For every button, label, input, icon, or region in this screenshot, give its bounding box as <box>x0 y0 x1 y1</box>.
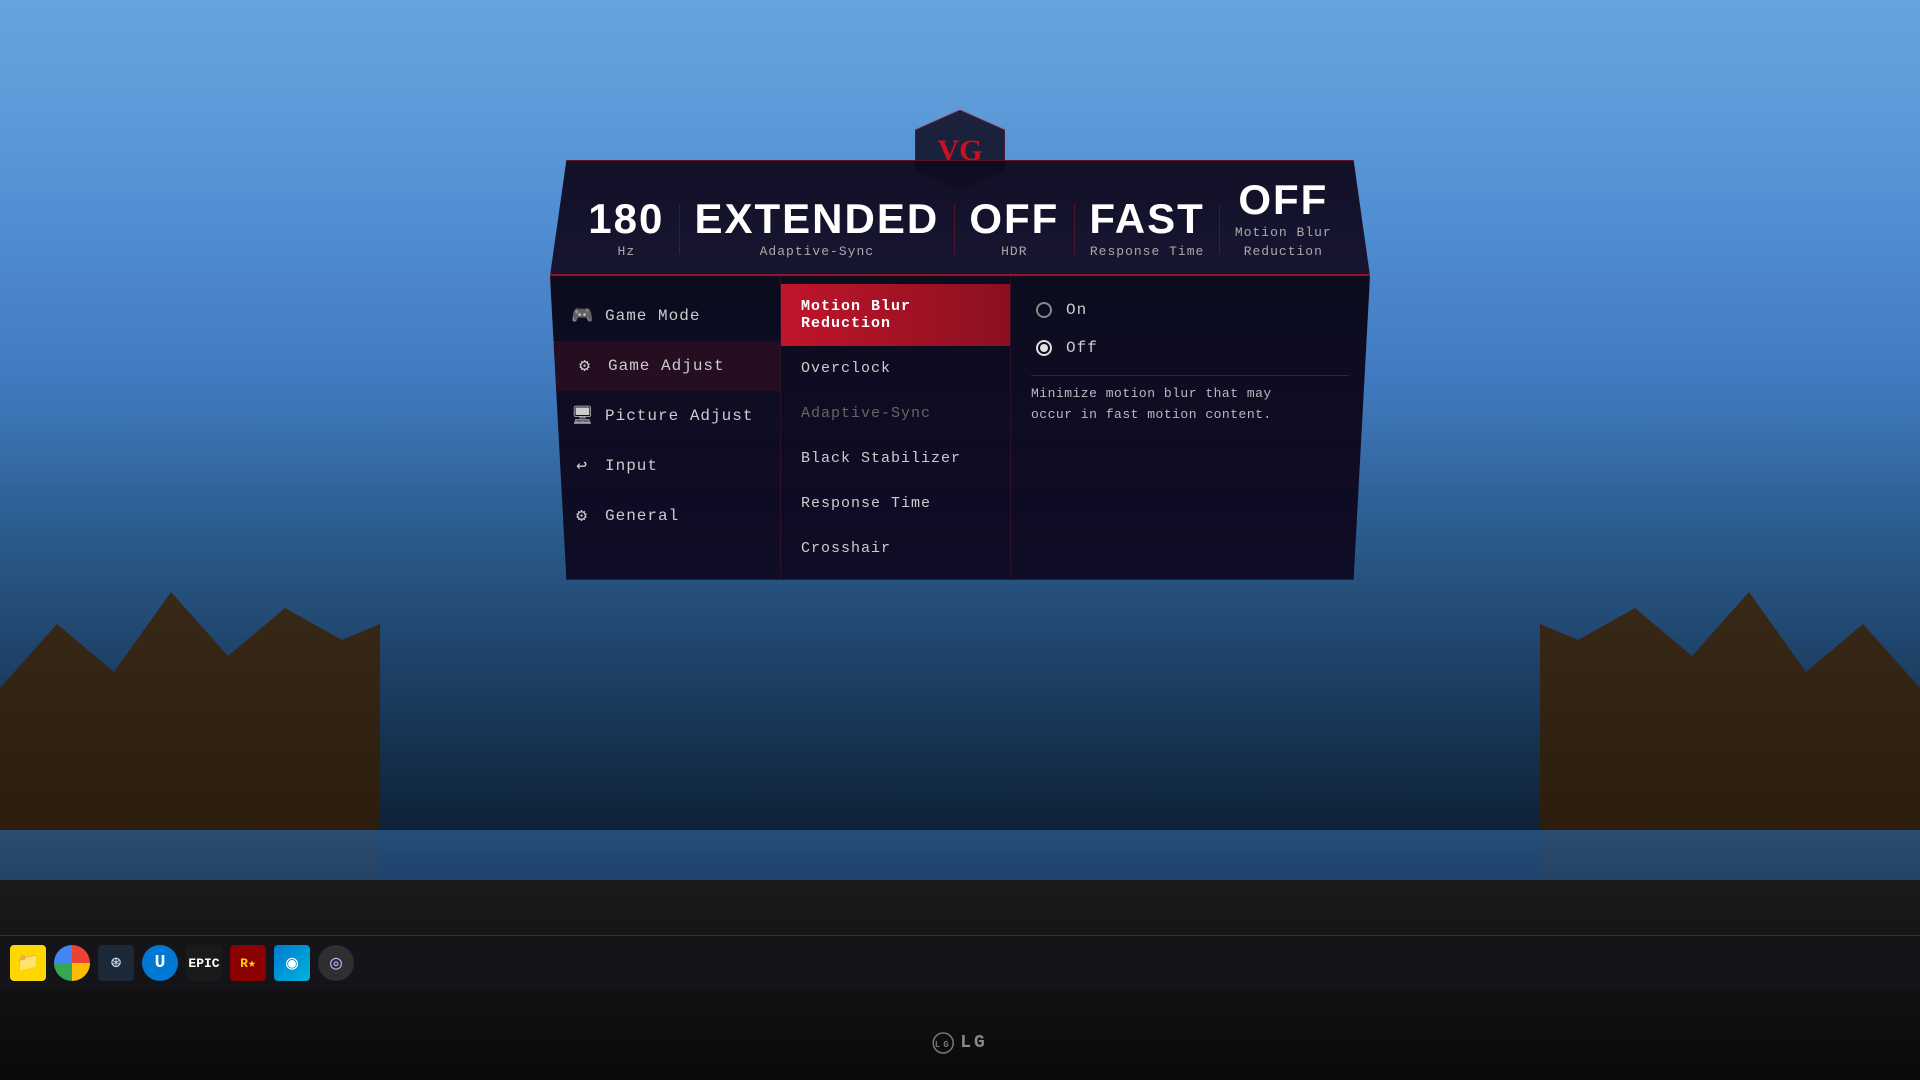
submenu-panel: Motion Blur Reduction Overclock Adaptive… <box>781 276 1011 579</box>
hdr-label: HDR <box>969 244 1059 259</box>
adaptive-sync-value: EXTENDED <box>694 198 939 240</box>
svg-text:LG: LG <box>935 1040 952 1050</box>
menu-area: 🎮 Game Mode ⚙ Game Adjust 🖥 Picture Adju… <box>550 276 1370 580</box>
taskbar-epic[interactable]: EPIC <box>186 945 222 981</box>
hdr-value: OFF <box>969 198 1059 240</box>
divider-2 <box>954 204 955 254</box>
nav-label-general: General <box>605 507 679 525</box>
nav-item-general[interactable]: ⚙ General <box>551 491 780 541</box>
status-bar: 180 Hz EXTENDED Adaptive-Sync OFF HDR FA… <box>550 160 1370 276</box>
nav-label-game-adjust: Game Adjust <box>608 357 725 375</box>
game-mode-icon: 🎮 <box>571 305 593 327</box>
divider-4 <box>1219 204 1220 254</box>
monitor-bezel: 📁 ⊛ U EPIC R★ ◉ ◎ LG LG <box>0 880 1920 1080</box>
mbr-value: OFF <box>1235 179 1332 221</box>
divider-3 <box>1074 204 1075 254</box>
mbr-label2: Reduction <box>1235 244 1332 259</box>
submenu-label-motion-blur: Motion Blur Reduction <box>801 298 911 332</box>
lg-text: LG <box>960 1033 988 1053</box>
submenu-label-crosshair: Crosshair <box>801 540 891 557</box>
response-time-status: FAST Response Time <box>1089 198 1204 259</box>
response-time-value: FAST <box>1089 198 1204 240</box>
radio-on[interactable] <box>1036 302 1052 318</box>
option-on-row[interactable]: On <box>1031 291 1349 329</box>
submenu-label-response-time: Response Time <box>801 495 931 512</box>
taskbar-uplay[interactable]: U <box>142 945 178 981</box>
taskbar: 📁 ⊛ U EPIC R★ ◉ ◎ <box>0 935 1920 990</box>
submenu-adaptive-sync: Adaptive-Sync <box>781 391 1010 436</box>
submenu-black-stabilizer[interactable]: Black Stabilizer <box>781 436 1010 481</box>
taskbar-chrome[interactable] <box>54 945 90 981</box>
osd-menu: VG 180 Hz EXTENDED Adaptive-Sync OFF HDR… <box>550 160 1370 580</box>
submenu-overclock[interactable]: Overclock <box>781 346 1010 391</box>
input-icon: ↩ <box>571 455 593 477</box>
option-off-row[interactable]: Off <box>1031 329 1349 367</box>
hdr-status: OFF HDR <box>969 198 1059 259</box>
submenu-label-black-stabilizer: Black Stabilizer <box>801 450 961 467</box>
nav-panel: 🎮 Game Mode ⚙ Game Adjust 🖥 Picture Adju… <box>551 276 781 579</box>
submenu-crosshair[interactable]: Crosshair <box>781 526 1010 571</box>
adaptive-sync-label: Adaptive-Sync <box>694 244 939 259</box>
taskbar-files[interactable]: 📁 <box>10 945 46 981</box>
divider-1 <box>679 204 680 254</box>
submenu-label-adaptive-sync: Adaptive-Sync <box>801 405 931 422</box>
submenu-response-time[interactable]: Response Time <box>781 481 1010 526</box>
hz-value: 180 <box>588 198 664 240</box>
nav-item-input[interactable]: ↩ Input <box>551 441 780 491</box>
nav-item-game-mode[interactable]: 🎮 Game Mode <box>551 291 780 341</box>
mbr-status: OFF Motion Blur Reduction <box>1235 179 1332 259</box>
general-icon: ⚙ <box>571 505 593 527</box>
nav-item-picture-adjust[interactable]: 🖥 Picture Adjust <box>551 391 780 441</box>
game-adjust-icon: ⚙ <box>574 355 596 377</box>
hz-label: Hz <box>588 244 664 259</box>
lg-circle-icon: LG <box>932 1032 954 1054</box>
taskbar-obs[interactable]: ◎ <box>318 945 354 981</box>
nav-item-game-adjust[interactable]: ⚙ Game Adjust <box>551 341 780 391</box>
submenu-label-overclock: Overclock <box>801 360 891 377</box>
option-divider <box>1031 375 1349 376</box>
mbr-label: Motion Blur <box>1235 225 1332 240</box>
picture-adjust-icon: 🖥 <box>571 405 593 427</box>
response-time-label: Response Time <box>1089 244 1204 259</box>
taskbar-rdr2[interactable]: R★ <box>230 945 266 981</box>
lg-logo: LG LG <box>932 1032 988 1054</box>
taskbar-edge[interactable]: ◉ <box>274 945 310 981</box>
adaptive-sync-status: EXTENDED Adaptive-Sync <box>694 198 939 259</box>
option-description: Minimize motion blur that mayoccur in fa… <box>1031 384 1349 426</box>
option-off-label: Off <box>1066 339 1098 357</box>
submenu-motion-blur[interactable]: Motion Blur Reduction <box>781 284 1010 346</box>
option-on-label: On <box>1066 301 1087 319</box>
taskbar-steam[interactable]: ⊛ <box>98 945 134 981</box>
radio-off[interactable] <box>1036 340 1052 356</box>
nav-label-picture-adjust: Picture Adjust <box>605 407 753 425</box>
hz-status: 180 Hz <box>588 198 664 259</box>
options-panel: On Off Minimize motion blur that mayoccu… <box>1011 276 1369 579</box>
nav-label-input: Input <box>605 457 658 475</box>
nav-label-game-mode: Game Mode <box>605 307 700 325</box>
